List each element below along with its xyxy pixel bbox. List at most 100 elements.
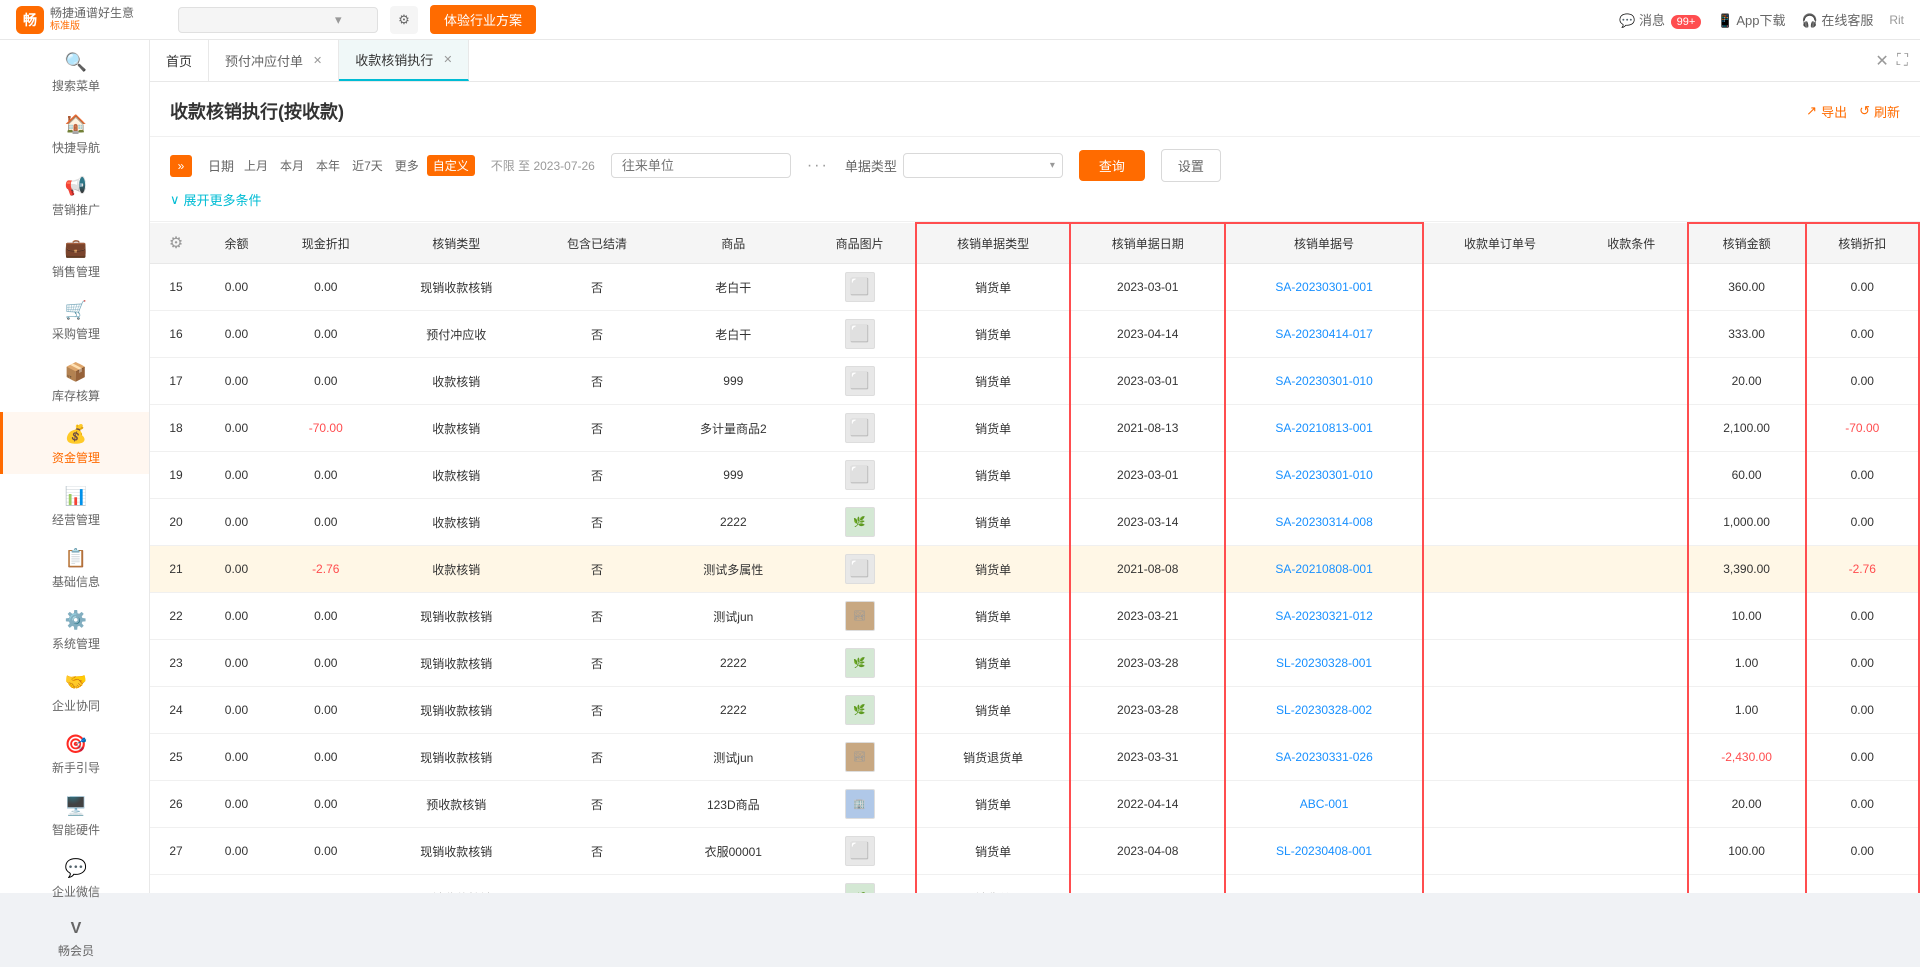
tab-expand-btn[interactable]: ⛶ xyxy=(1897,52,1908,70)
tab-prepay[interactable]: 预付冲应付单 ✕ xyxy=(209,40,339,81)
sidebar-item-marketing[interactable]: 📢 营销推广 xyxy=(0,164,149,226)
cell-receipt-order-no xyxy=(1423,640,1576,687)
cell-included: 否 xyxy=(532,264,663,311)
cell-writeoff-discount: 0.00 xyxy=(1806,640,1919,687)
gear-col-icon[interactable]: ⚙ xyxy=(169,235,183,252)
query-button[interactable]: 查询 xyxy=(1079,150,1145,181)
bill-no-link[interactable]: SA-20230414-017 xyxy=(1275,327,1372,341)
cell-bill-no: SA-20230301-010 xyxy=(1225,452,1423,499)
th-bill-type: 核销单据类型 xyxy=(916,223,1071,264)
sidebar-item-sales[interactable]: 💼 销售管理 xyxy=(0,226,149,288)
sidebar-item-hardware[interactable]: 🖥️ 智能硬件 xyxy=(0,784,149,846)
product-thumb: 🏞 xyxy=(845,601,875,631)
online-service-link[interactable]: 🎧 在线客服 xyxy=(1802,10,1874,29)
sidebar-item-guide[interactable]: 🎯 新手引导 xyxy=(0,722,149,784)
tab-writeoff[interactable]: 收款核销执行 ✕ xyxy=(339,40,469,81)
cell-writeoff-type: 现销收款核销 xyxy=(381,640,532,687)
date-btn-this-year[interactable]: 本年 xyxy=(312,155,344,176)
bill-type-select[interactable] xyxy=(903,153,1063,178)
tab-home[interactable]: 首页 xyxy=(150,40,209,81)
export-button[interactable]: ↗ 导出 xyxy=(1806,102,1847,121)
expand-conditions[interactable]: ∨ 展开更多条件 xyxy=(170,190,1900,209)
bill-no-link[interactable]: SA-20230314-008 xyxy=(1275,515,1372,529)
sidebar-label-search: 搜索菜单 xyxy=(52,77,100,94)
table-row: 17 0.00 0.00 收款核销 否 999 ⬜ 销货单 2023-03-01… xyxy=(150,358,1919,405)
th-gear: ⚙ xyxy=(150,223,202,264)
refresh-button[interactable]: ↺ 刷新 xyxy=(1859,102,1900,121)
table-row: 18 0.00 -70.00 收款核销 否 多计量商品2 ⬜ 销货单 2021-… xyxy=(150,405,1919,452)
cell-product-img: 🏢 xyxy=(804,781,916,828)
sidebar-label-system: 系统管理 xyxy=(52,635,100,652)
bill-no-link[interactable]: SA-20230301-010 xyxy=(1275,468,1372,482)
tab-writeoff-close[interactable]: ✕ xyxy=(443,53,452,66)
cell-bill-type: 销货单 xyxy=(916,546,1071,593)
message-link[interactable]: 💬 消息 99+ xyxy=(1619,10,1701,29)
bill-no-link[interactable]: SA-20230321-012 xyxy=(1275,609,1372,623)
search-dropdown-icon[interactable]: ▾ xyxy=(335,12,342,28)
cell-bill-date: 2023-03-01 xyxy=(1070,358,1225,405)
bill-no-link[interactable]: SA-20210808-001 xyxy=(1275,562,1372,576)
cell-balance: 0.00 xyxy=(202,687,271,734)
cell-bill-type: 销货单 xyxy=(916,311,1071,358)
bill-no-link[interactable]: SL-20230328-001 xyxy=(1276,656,1372,670)
cell-writeoff-type: 收款核销 xyxy=(381,405,532,452)
sidebar-item-wechat[interactable]: 💬 企业微信 xyxy=(0,846,149,908)
date-btn-this-month[interactable]: 本月 xyxy=(276,155,308,176)
page-header-actions: ↗ 导出 ↺ 刷新 xyxy=(1806,102,1900,121)
table-row: 20 0.00 0.00 收款核销 否 2222 🌿 销货单 2023-03-1… xyxy=(150,499,1919,546)
source-unit-input[interactable] xyxy=(611,153,791,178)
cell-cash-discount: 0.00 xyxy=(271,781,381,828)
cell-bill-date: 2023-04-18 xyxy=(1070,875,1225,894)
cell-bill-no: SL-20230328-001 xyxy=(1225,640,1423,687)
sidebar-item-cooperation[interactable]: 🤝 企业协同 xyxy=(0,660,149,722)
bill-no-link[interactable]: SL-20230328-002 xyxy=(1276,703,1372,717)
sidebar-item-quicknav[interactable]: 🏠 快捷导航 xyxy=(0,102,149,164)
cell-product: 老白干 xyxy=(662,264,804,311)
sidebar-item-inventory[interactable]: 📦 库存核算 xyxy=(0,350,149,412)
bill-no-link[interactable]: SA-20230301-001 xyxy=(1275,280,1372,294)
trial-button[interactable]: 体验行业方案 xyxy=(430,5,536,34)
bill-no-link[interactable]: SA-20230331-026 xyxy=(1275,750,1372,764)
cell-id: 22 xyxy=(150,593,202,640)
product-thumb: ⬜ xyxy=(845,366,875,396)
cell-cash-discount: 0.00 xyxy=(271,875,381,894)
bill-no-link[interactable]: SL-20230408-001 xyxy=(1276,844,1372,858)
cell-receipt-order-no xyxy=(1423,781,1576,828)
cell-writeoff-type: 收款核销 xyxy=(381,358,532,405)
app-download-link[interactable]: 📱 App下载 xyxy=(1717,10,1785,29)
cell-product-img: 🏞 xyxy=(804,734,916,781)
date-btn-7days[interactable]: 近7天 xyxy=(348,155,387,176)
sidebar-item-purchase[interactable]: 🛒 采购管理 xyxy=(0,288,149,350)
top-search-wrap[interactable]: ▾ xyxy=(178,7,378,33)
tab-close-btn[interactable]: ✕ xyxy=(1875,51,1888,71)
sidebar-item-member[interactable]: V 畅会员 xyxy=(0,908,149,967)
date-btn-more[interactable]: 更多 xyxy=(391,155,423,176)
cell-writeoff-amount: 1,000.00 xyxy=(1688,499,1806,546)
bill-no-link[interactable]: ABC-001 xyxy=(1300,797,1349,811)
cell-product: 999 xyxy=(662,358,804,405)
sidebar-item-search[interactable]: 🔍 搜索菜单 xyxy=(0,40,149,102)
bill-no-link[interactable]: SA-20210813-001 xyxy=(1275,421,1372,435)
top-search-input[interactable] xyxy=(189,12,329,27)
date-btn-last-month[interactable]: 上月 xyxy=(240,155,272,176)
filter-expand-icon[interactable]: » xyxy=(170,155,192,177)
th-writeoff-amount: 核销金额 xyxy=(1688,223,1806,264)
cell-bill-type: 销货单 xyxy=(916,499,1071,546)
bill-no-link[interactable]: SA-20230301-010 xyxy=(1275,374,1372,388)
settings-icon[interactable]: ⚙ xyxy=(390,6,418,34)
cell-receipt-condition xyxy=(1576,875,1688,894)
bill-type-select-wrap: ▾ xyxy=(903,153,1063,178)
setting-button[interactable]: 设置 xyxy=(1161,149,1221,182)
th-writeoff-type: 核销类型 xyxy=(381,223,532,264)
tab-prepay-close[interactable]: ✕ xyxy=(313,54,322,67)
sidebar-item-basic[interactable]: 📋 基础信息 xyxy=(0,536,149,598)
date-range-text: 不限 至 2023-07-26 xyxy=(491,157,595,174)
sidebar-item-system[interactable]: ⚙️ 系统管理 xyxy=(0,598,149,660)
sidebar-item-finance[interactable]: 💰 资金管理 xyxy=(0,412,149,474)
cell-cash-discount: -70.00 xyxy=(271,405,381,452)
product-thumb: ⬜ xyxy=(845,554,875,584)
cell-cash-discount: 0.00 xyxy=(271,734,381,781)
sidebar-item-management[interactable]: 📊 经营管理 xyxy=(0,474,149,536)
cell-product: 2222 xyxy=(662,687,804,734)
date-custom-btn[interactable]: 自定义 xyxy=(427,155,475,176)
